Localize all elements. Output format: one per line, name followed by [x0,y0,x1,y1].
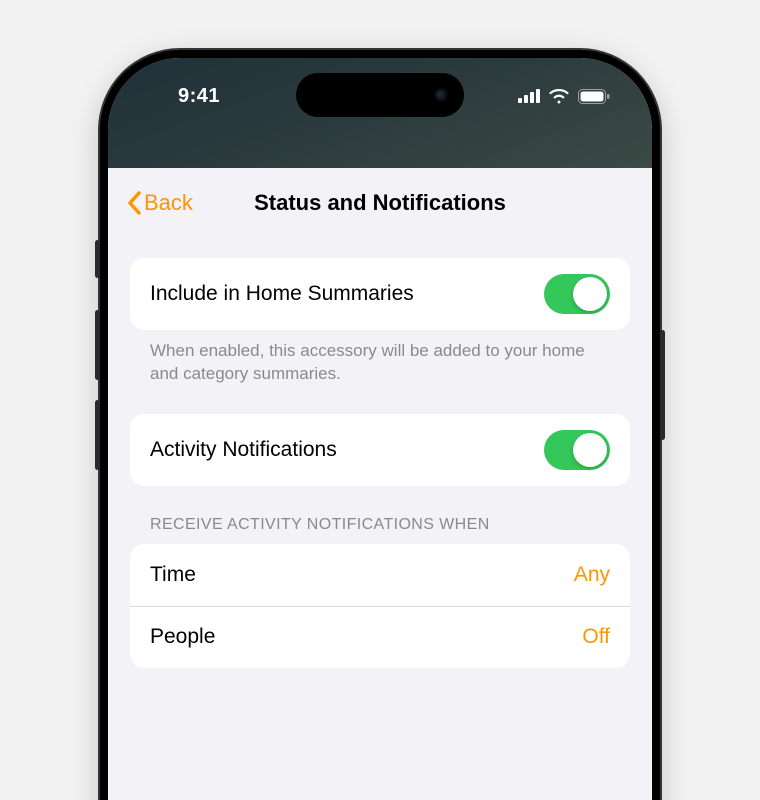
settings-body: Include in Home Summaries When enabled, … [108,238,652,668]
screen: 9:41 Back Status and [108,58,652,800]
time-label: Time [150,563,196,587]
page-background: 9:41 Back Status and [0,0,760,800]
activity-card: Activity Notifications [130,414,630,486]
status-area: 9:41 [108,58,652,168]
wifi-icon [548,88,570,104]
status-icons [518,88,614,104]
summaries-card: Include in Home Summaries [130,258,630,330]
cellular-icon [518,89,540,103]
power-button [660,330,665,440]
receive-section-header: Receive Activity Notifications When [130,486,630,544]
summaries-footer: When enabled, this accessory will be add… [130,330,630,414]
people-row[interactable]: People Off [130,606,630,668]
mute-switch [95,240,100,278]
status-time: 9:41 [146,85,220,108]
activity-notifications-toggle[interactable] [544,430,610,470]
activity-notifications-label: Activity Notifications [150,438,337,462]
back-label: Back [144,190,193,216]
activity-notifications-row: Activity Notifications [130,414,630,486]
time-value: Any [574,563,610,587]
front-camera [434,88,448,102]
dynamic-island [296,73,464,117]
people-label: People [150,625,215,649]
include-summaries-row: Include in Home Summaries [130,258,630,330]
time-row[interactable]: Time Any [130,544,630,606]
chevron-left-icon [126,191,142,215]
phone-frame: 9:41 Back Status and [100,50,660,800]
receive-card: Time Any People Off [130,544,630,668]
battery-icon [578,89,610,104]
people-value: Off [582,625,610,649]
include-summaries-toggle[interactable] [544,274,610,314]
volume-down-button [95,400,100,470]
volume-up-button [95,310,100,380]
back-button[interactable]: Back [126,190,193,216]
navigation-bar: Back Status and Notifications [108,168,652,238]
include-summaries-label: Include in Home Summaries [150,282,414,306]
content-sheet: Back Status and Notifications Include in… [108,168,652,800]
